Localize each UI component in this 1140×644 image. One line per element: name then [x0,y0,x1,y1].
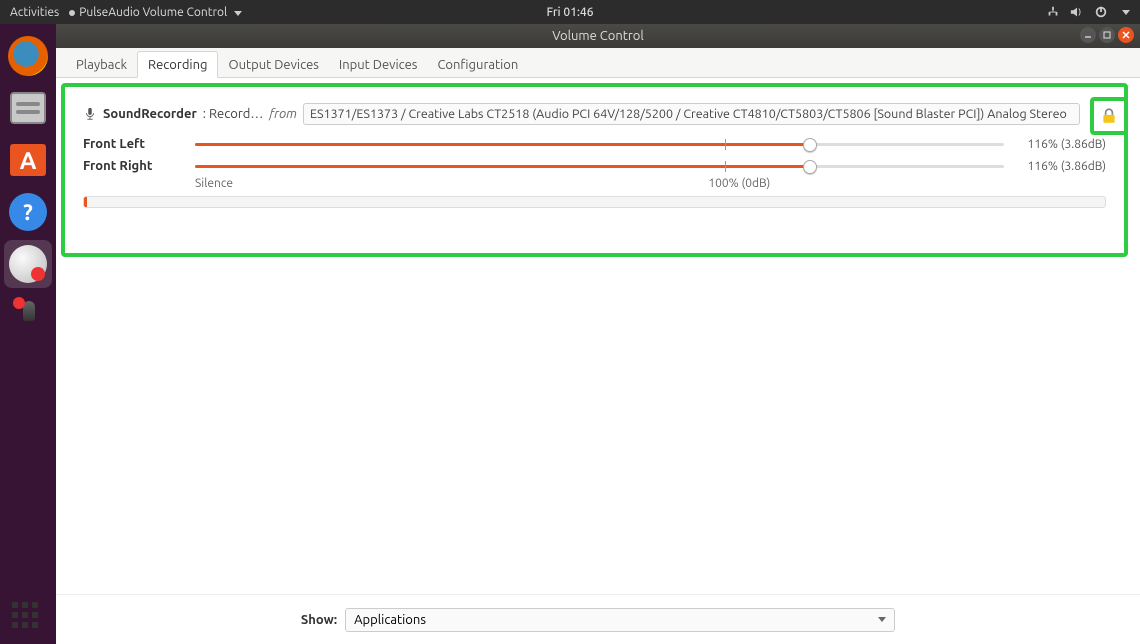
dock-software[interactable]: A [4,136,52,184]
network-icon[interactable] [1046,5,1060,19]
volume-icon[interactable] [1070,5,1084,19]
tab-input-devices[interactable]: Input Devices [329,52,428,77]
dock-firefox[interactable] [4,32,52,80]
minimize-button[interactable] [1080,27,1096,43]
show-label: Show: [301,613,337,627]
lock-channels-button[interactable] [1090,97,1128,135]
maximize-button[interactable] [1099,27,1115,43]
vu-meter [83,196,1106,208]
scale-silence: Silence [195,177,233,190]
title-bar[interactable]: Volume Control [56,24,1140,48]
chevron-down-icon [878,617,886,622]
slider-scale: Silence 100% (0dB) [195,177,1016,190]
tab-output-devices[interactable]: Output Devices [218,52,328,77]
software-icon: A [10,144,46,176]
channel-front-left: Front Left 116% (3.86dB) [83,135,1106,153]
mic-small-icon [83,107,97,121]
window-title: Volume Control [552,29,644,43]
clock[interactable]: Fri 01:46 [547,6,594,19]
stream-header: SoundRecorder : Record… from ES1371/ES137… [83,103,1106,125]
stream-from-label: from [269,107,297,121]
stream-entry: SoundRecorder : Record… from ES1371/ES137… [61,83,1128,257]
tab-recording[interactable]: Recording [137,51,218,78]
channel-value: 116% (3.86dB) [1016,138,1106,151]
window: Volume Control Playback Recording Output… [56,24,1140,644]
activities-button[interactable]: Activities [10,6,59,19]
dock-files[interactable] [4,84,52,132]
show-select[interactable]: Applications [345,608,895,632]
channel-label: Front Right [83,159,183,173]
channel-front-right: Front Right 116% (3.86dB) [83,157,1106,175]
tab-configuration[interactable]: Configuration [427,52,528,77]
content-area: SoundRecorder : Record… from ES1371/ES137… [56,78,1140,594]
tab-strip: Playback Recording Output Devices Input … [56,48,1140,78]
show-value: Applications [354,613,426,627]
firefox-icon [8,36,48,76]
channel-value: 116% (3.86dB) [1016,160,1106,173]
stream-desc: : Record… [203,107,264,121]
system-tray[interactable] [1046,5,1130,19]
app-menu[interactable]: PulseAudio Volume Control [69,6,242,19]
files-icon [10,92,46,124]
top-bar: Activities PulseAudio Volume Control Fri… [0,0,1140,24]
microphone-icon [9,297,47,335]
show-applications-button[interactable] [12,602,42,632]
bottom-bar: Show: Applications [56,594,1140,644]
scale-100: 100% (0dB) [708,177,770,190]
volume-slider-left[interactable] [195,135,1004,153]
dock-help[interactable]: ? [4,188,52,236]
channel-label: Front Left [83,137,183,151]
device-select[interactable]: ES1371/ES1373 / Creative Labs CT2518 (Au… [303,103,1080,125]
dock: A ? [0,24,56,644]
close-button[interactable] [1118,27,1134,43]
dock-pavucontrol[interactable] [4,292,52,340]
recorder-icon [9,245,47,283]
power-icon[interactable] [1094,5,1108,19]
volume-slider-right[interactable] [195,157,1004,175]
stream-app-name: SoundRecorder [103,107,197,121]
tab-playback[interactable]: Playback [66,52,137,77]
help-icon: ? [9,193,47,231]
lock-icon [1100,107,1118,125]
dock-sound-recorder[interactable] [4,240,52,288]
